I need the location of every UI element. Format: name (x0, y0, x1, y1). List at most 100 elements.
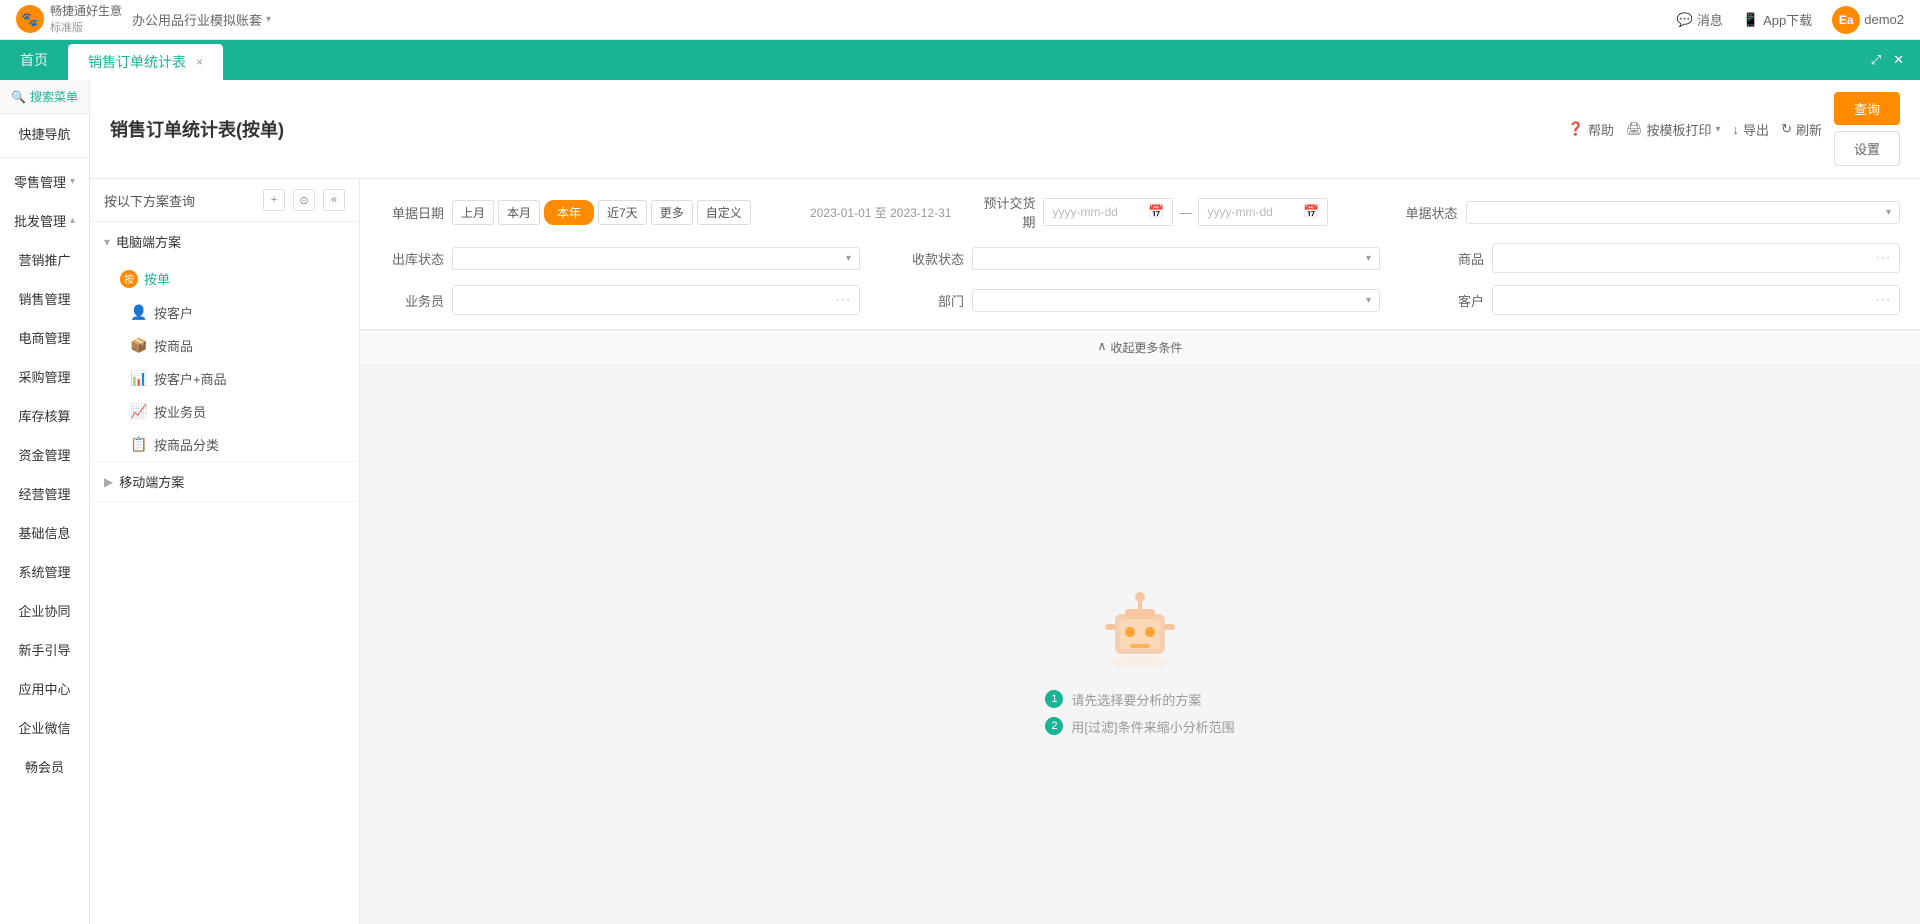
print-button[interactable]: 🖨 按模板打印 ▾ (1626, 120, 1721, 139)
date-separator: — (1179, 205, 1192, 220)
settings-button[interactable]: 设置 (1834, 131, 1900, 166)
sidebar-item-enterprise[interactable]: 企业协同 (0, 591, 89, 630)
member-label: 畅会员 (25, 757, 64, 776)
by-category-label: 按商品分类 (154, 435, 219, 454)
shipment-chevron-icon: ▾ (846, 253, 851, 264)
nav-tabs: 首页 销售订单统计表 × ⤢ ✕ (0, 40, 1920, 80)
collapse-bar[interactable]: ∧ 收起更多条件 (360, 330, 1920, 365)
date-btn-7days[interactable]: 近7天 (598, 200, 647, 225)
sidebar-search[interactable]: 🔍 搜索菜单 (0, 80, 89, 114)
tree-item-by-salesperson[interactable]: 📈 按业务员 (100, 395, 359, 428)
main-layout: 🔍 搜索菜单 快捷导航 零售管理 ▾ 批发管理 ▴ 营销推广 销售管理 电商管理… (0, 80, 1920, 924)
close-all-icon[interactable]: ✕ (1893, 52, 1904, 68)
collapse-panel-button[interactable]: « (323, 189, 345, 211)
sidebar-item-shortcut[interactable]: 快捷导航 (0, 114, 89, 153)
tree-item-by-customer[interactable]: 👤 按客户 (100, 296, 359, 329)
app-download-label: App下载 (1763, 10, 1812, 29)
pc-section: ▾ 电脑端方案 按 按单 👤 按客户 (90, 222, 359, 462)
sidebar-item-inventory[interactable]: 库存核算 (0, 396, 89, 435)
collection-select[interactable]: ▾ (972, 247, 1380, 270)
marketing-label: 营销推广 (18, 250, 70, 269)
left-panel: 按以下方案查询 + ⊙ « ▾ 电脑端方案 (90, 179, 360, 924)
sidebar-item-system[interactable]: 系统管理 (0, 552, 89, 591)
calendar-end-icon: 📅 (1303, 204, 1319, 220)
sidebar-item-operation[interactable]: 经营管理 (0, 474, 89, 513)
goods-label: 商品 (1420, 249, 1492, 268)
logo-text: 畅捷通好生意 (50, 4, 122, 18)
date-btn-this-month[interactable]: 本月 (498, 200, 540, 225)
salesperson-input[interactable]: ··· (452, 285, 860, 315)
sidebar-item-retail[interactable]: 零售管理 ▾ (0, 162, 89, 201)
app-icon: 📱 (1743, 12, 1759, 28)
export-button[interactable]: ↓ 导出 (1733, 120, 1770, 139)
customer-more-icon: ··· (1875, 291, 1891, 309)
mobile-section-header[interactable]: ▶ 移动端方案 (90, 462, 359, 501)
left-panel-header: 按以下方案查询 + ⊙ « (90, 179, 359, 222)
goods-more-icon: ··· (1875, 249, 1891, 267)
tab-home[interactable]: 首页 (0, 40, 68, 80)
date-btn-this-year[interactable]: 本年 (544, 200, 594, 225)
query-button[interactable]: 查询 (1834, 92, 1900, 125)
sidebar-item-finance[interactable]: 资金管理 (0, 435, 89, 474)
help-button[interactable]: ❓ 帮助 (1568, 120, 1614, 139)
app-download-button[interactable]: 📱 App下载 (1743, 10, 1812, 29)
refresh-icon: ↻ (1781, 121, 1792, 137)
collapse-label: 收起更多条件 (1110, 339, 1182, 356)
shipment-label: 出库状态 (380, 249, 452, 268)
filter-group-department: 部门 ▾ (900, 289, 1380, 312)
date-btn-last-month[interactable]: 上月 (452, 200, 494, 225)
message-button[interactable]: 💬 消息 (1677, 10, 1723, 29)
tree-item-by-order[interactable]: 按 按单 (100, 261, 359, 296)
by-category-icon: 📋 (130, 436, 146, 453)
expected-date-start[interactable]: yyyy-mm-dd 📅 (1043, 198, 1173, 226)
tree-item-by-customer-goods[interactable]: 📊 按客户+商品 (100, 362, 359, 395)
sidebar-item-marketing[interactable]: 营销推广 (0, 240, 89, 279)
tab-close-icon[interactable]: × (196, 55, 203, 69)
sidebar-item-sales[interactable]: 销售管理 (0, 279, 89, 318)
sidebar-item-wholesale[interactable]: 批发管理 ▴ (0, 201, 89, 240)
goods-input[interactable]: ··· (1492, 243, 1900, 273)
top-bar-right: 💬 消息 📱 App下载 Ea demo2 (1677, 6, 1904, 34)
date-btn-more[interactable]: 更多 (651, 200, 693, 225)
sidebar-item-appcenter[interactable]: 应用中心 (0, 669, 89, 708)
fullscreen-icon[interactable]: ⤢ (1871, 52, 1881, 68)
sidebar-item-newguide[interactable]: 新手引导 (0, 630, 89, 669)
help-icon: ❓ (1568, 121, 1584, 137)
sidebar: 🔍 搜索菜单 快捷导航 零售管理 ▾ 批发管理 ▴ 营销推广 销售管理 电商管理… (0, 80, 90, 924)
by-goods-icon: 📦 (130, 337, 146, 354)
date-btn-custom[interactable]: 自定义 (697, 200, 751, 225)
calendar-start-icon: 📅 (1148, 204, 1164, 220)
by-customer-goods-label: 按客户+商品 (154, 369, 227, 388)
print-icon: 🖨 (1626, 121, 1643, 137)
status-select[interactable]: ▾ (1466, 201, 1900, 224)
wholesale-label: 批发管理 (14, 211, 66, 230)
shipment-select[interactable]: ▾ (452, 247, 860, 270)
right-filter: 单据日期 上月 本月 本年 近7天 更多 自定义 2023-01-01 至 20… (360, 179, 1920, 330)
customer-input[interactable]: ··· (1492, 285, 1900, 315)
department-select[interactable]: ▾ (972, 289, 1380, 312)
sidebar-item-wechat[interactable]: 企业微信 (0, 708, 89, 747)
pc-section-header[interactable]: ▾ 电脑端方案 (90, 222, 359, 261)
tab-sales-order-stats[interactable]: 销售订单统计表 × (68, 44, 223, 80)
filter-row-3: 业务员 ··· 部门 ▾ (380, 285, 1900, 315)
tree-item-by-category[interactable]: 📋 按商品分类 (100, 428, 359, 461)
user-area[interactable]: Ea demo2 (1832, 6, 1904, 34)
tree-children: 按 按单 👤 按客户 📦 按商品 📊 按客 (90, 261, 359, 461)
add-scheme-button[interactable]: + (263, 189, 285, 211)
account-dropdown[interactable]: 办公用品行业模拟账套 ▾ (132, 10, 271, 29)
sidebar-item-purchase[interactable]: 采购管理 (0, 357, 89, 396)
by-order-icon: 按 (120, 270, 138, 288)
tab-home-label: 首页 (20, 50, 48, 70)
settings-scheme-button[interactable]: ⊙ (293, 189, 315, 211)
mobile-expand-icon: ▶ (104, 475, 113, 489)
sidebar-item-basic[interactable]: 基础信息 (0, 513, 89, 552)
pc-expand-icon: ▾ (104, 235, 110, 249)
refresh-button[interactable]: ↻ 刷新 (1781, 120, 1822, 139)
sidebar-item-ecommerce[interactable]: 电商管理 (0, 318, 89, 357)
empty-illustration (1080, 554, 1200, 674)
tree-item-by-goods[interactable]: 📦 按商品 (100, 329, 359, 362)
expected-date-end[interactable]: yyyy-mm-dd 📅 (1198, 198, 1328, 226)
sales-label: 销售管理 (18, 289, 70, 308)
body-layout: 按以下方案查询 + ⊙ « ▾ 电脑端方案 (90, 179, 1920, 924)
sidebar-item-member[interactable]: 畅会员 (0, 747, 89, 786)
